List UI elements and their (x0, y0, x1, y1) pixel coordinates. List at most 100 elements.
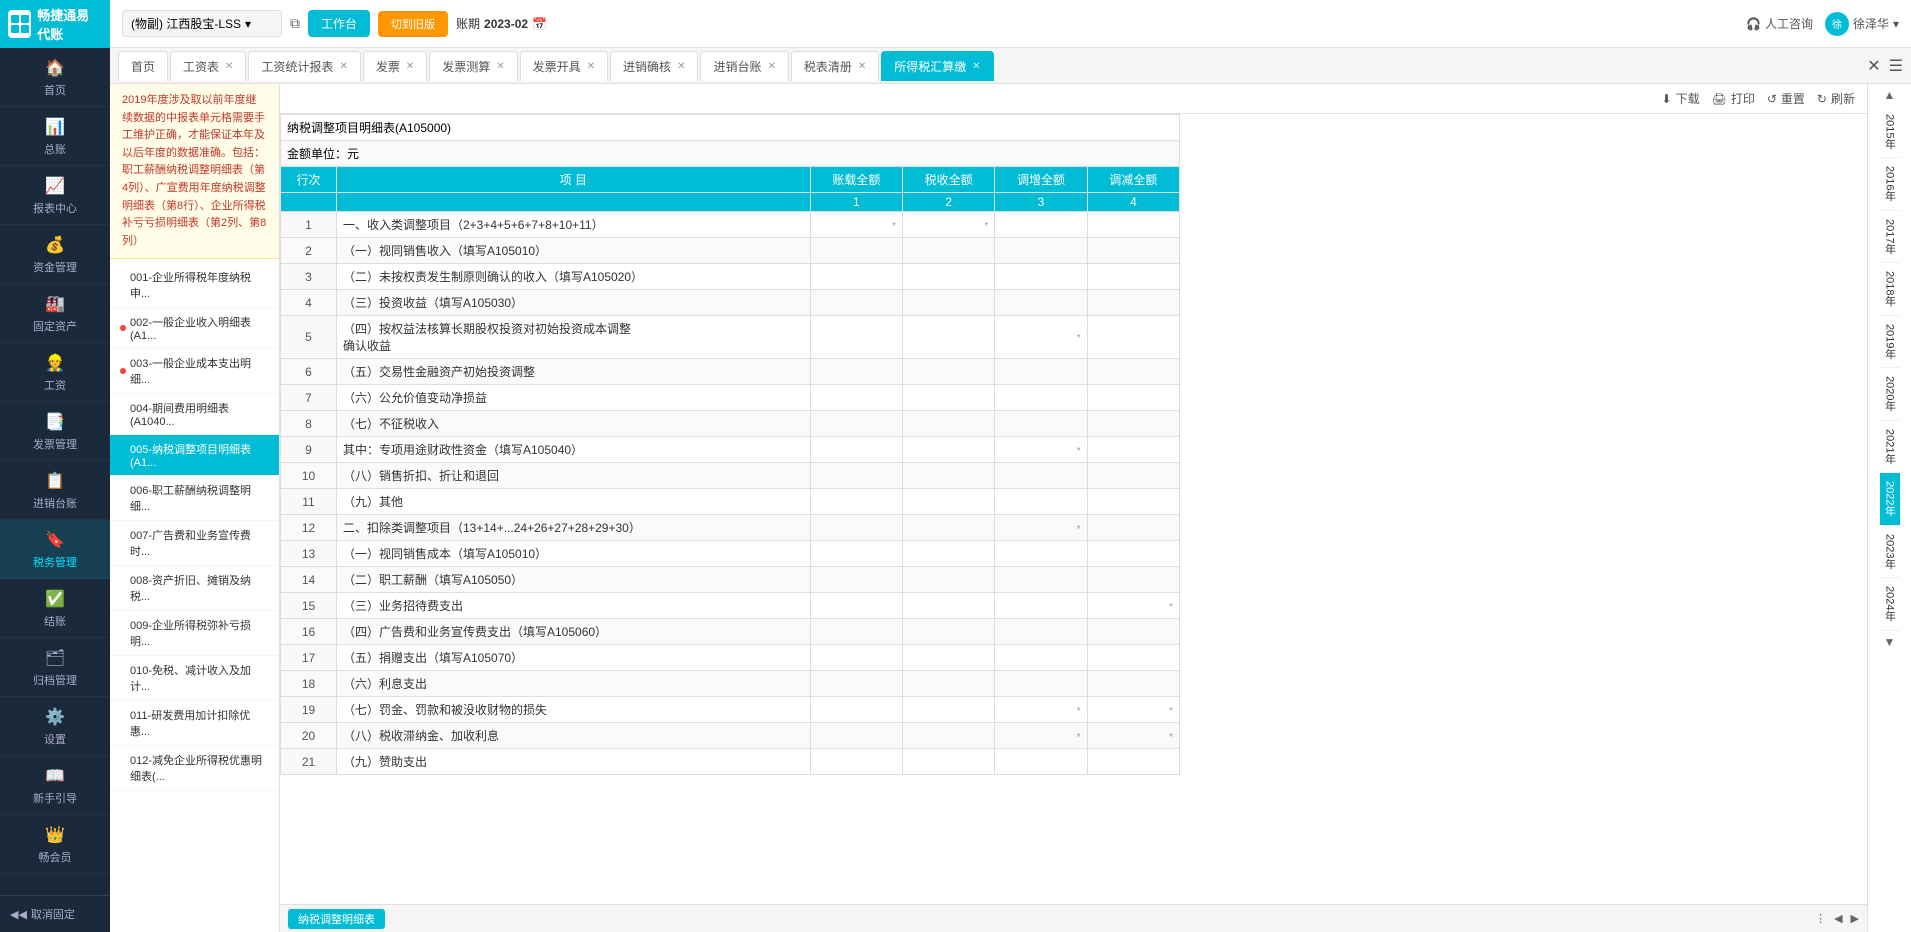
cell-c3[interactable] (995, 541, 1087, 567)
cell-c1[interactable] (810, 749, 902, 775)
cell-c2[interactable] (903, 645, 995, 671)
cell-c3[interactable] (995, 463, 1087, 489)
form-item-008[interactable]: 008-资产折旧、摊销及纳税... (110, 566, 279, 611)
workbench-btn[interactable]: 工作台 (308, 10, 370, 37)
cell-c4[interactable]: * (1087, 593, 1179, 619)
tabbar-menu[interactable]: ☰ (1889, 56, 1903, 76)
back-btn[interactable]: 切到旧版 (378, 11, 448, 37)
sidebar-item-归档管理[interactable]: 🗂归档管理 (0, 638, 110, 697)
cell-c4[interactable] (1087, 385, 1179, 411)
sidebar-item-设置[interactable]: ⚙️设置 (0, 697, 110, 756)
sidebar-footer-btn[interactable]: ◀◀ 取消固定 (0, 895, 110, 932)
cell-c2[interactable] (903, 671, 995, 697)
cell-item[interactable]: （九）其他 (337, 489, 811, 515)
cell-c1[interactable] (810, 411, 902, 437)
cell-c2[interactable] (903, 463, 995, 489)
cell-c1[interactable] (810, 619, 902, 645)
scroll-left-icon[interactable]: ◀ (1834, 912, 1842, 925)
cell-c2[interactable] (903, 619, 995, 645)
cell-item[interactable]: 其中：专项用途财政性资金（填写A105040） (337, 437, 811, 463)
cell-c1[interactable] (810, 723, 902, 749)
tab-发票[interactable]: 发票✕ (363, 51, 427, 81)
cell-c2[interactable]: * (903, 212, 995, 238)
year-nav-down[interactable]: ▼ (1868, 631, 1911, 653)
tab-发票开具[interactable]: 发票开具✕ (520, 51, 608, 81)
cell-c3[interactable] (995, 619, 1087, 645)
cell-item[interactable]: （二）未按权责发生制原则确认的收入（填写A105020） (337, 264, 811, 290)
reset-btn[interactable]: ↺ 重置 (1767, 90, 1805, 107)
sidebar-item-畅会员[interactable]: 👑畅会员 (0, 815, 110, 874)
tab-进销台账[interactable]: 进销台账✕ (700, 51, 788, 81)
download-btn[interactable]: ⬇ 下载 (1662, 90, 1700, 107)
sidebar-item-进销台账[interactable]: 📋进销台账 (0, 461, 110, 520)
cell-c4[interactable] (1087, 264, 1179, 290)
cell-item[interactable]: （七）罚金、罚款和被没收财物的损失 (337, 697, 811, 723)
form-item-007[interactable]: 007-广告费和业务宣传费时... (110, 521, 279, 566)
cell-item[interactable]: （九）赞助支出 (337, 749, 811, 775)
tab-close-icon[interactable]: ✕ (225, 61, 233, 72)
form-item-004[interactable]: 004-期间费用明细表(A1040... (110, 394, 279, 435)
sidebar-item-固定资产[interactable]: 🏭固定资产 (0, 284, 110, 343)
cell-c1[interactable] (810, 463, 902, 489)
calendar-icon[interactable]: 📅 (532, 17, 547, 31)
cell-c4[interactable] (1087, 316, 1179, 359)
cell-c3[interactable] (995, 749, 1087, 775)
cell-c1[interactable] (810, 697, 902, 723)
cell-c2[interactable] (903, 489, 995, 515)
cell-c4[interactable] (1087, 212, 1179, 238)
cell-c1[interactable] (810, 567, 902, 593)
cell-c1[interactable] (810, 671, 902, 697)
tab-close-icon[interactable]: ✕ (677, 61, 685, 72)
bottom-tab[interactable]: 纳税调整明细表 (288, 909, 385, 929)
cell-c1[interactable] (810, 489, 902, 515)
tab-工资统计报表[interactable]: 工资统计报表✕ (248, 51, 360, 81)
cell-c2[interactable] (903, 437, 995, 463)
sidebar-item-新手引导[interactable]: 📖新手引导 (0, 756, 110, 815)
cell-c1[interactable]: * (810, 212, 902, 238)
form-item-011[interactable]: 011-研发费用加计扣除优惠... (110, 701, 279, 746)
sidebar-item-结账[interactable]: ✅结账 (0, 579, 110, 638)
tab-close-icon[interactable]: ✕ (496, 61, 504, 72)
cell-c4[interactable] (1087, 411, 1179, 437)
cell-c3[interactable] (995, 593, 1087, 619)
year-item-2020年[interactable]: 2020年 (1880, 368, 1900, 420)
cell-c3[interactable] (995, 567, 1087, 593)
cell-c2[interactable] (903, 359, 995, 385)
cell-item[interactable]: 一、收入类调整项目（2+3+4+5+6+7+8+10+11） (337, 212, 811, 238)
cell-c1[interactable] (810, 290, 902, 316)
tab-所得税汇算缴[interactable]: 所得税汇算缴✕ (881, 51, 993, 81)
sidebar-item-发票管理[interactable]: 📑发票管理 (0, 402, 110, 461)
cell-c4[interactable] (1087, 238, 1179, 264)
tab-close-icon[interactable]: ✕ (339, 61, 347, 72)
cell-c1[interactable] (810, 359, 902, 385)
cell-c2[interactable] (903, 515, 995, 541)
form-item-012[interactable]: 012-减免企业所得税优惠明细表(... (110, 746, 279, 791)
cell-c4[interactable] (1087, 489, 1179, 515)
cell-c4[interactable] (1087, 359, 1179, 385)
cell-c3[interactable] (995, 645, 1087, 671)
cell-c2[interactable] (903, 385, 995, 411)
cell-c1[interactable] (810, 385, 902, 411)
year-item-2018年[interactable]: 2018年 (1880, 263, 1900, 315)
cell-c3[interactable] (995, 359, 1087, 385)
table-scroll[interactable]: 纳税调整项目明细表(A105000) 金额单位：元 行次 项 目 账载全额 (280, 114, 1867, 904)
year-item-2023年[interactable]: 2023年 (1880, 526, 1900, 578)
cell-c3[interactable]: * (995, 316, 1087, 359)
cell-c4[interactable] (1087, 463, 1179, 489)
cell-item[interactable]: （四）按权益法核算长期股权投资对初始投资成本调整确认收益 (337, 316, 811, 359)
cell-c4[interactable] (1087, 515, 1179, 541)
form-item-006[interactable]: 006-职工薪酬纳税调整明细... (110, 476, 279, 521)
customer-service-btn[interactable]: 🎧 人工咨询 (1746, 15, 1813, 32)
cell-c1[interactable] (810, 437, 902, 463)
year-item-2015年[interactable]: 2015年 (1880, 106, 1900, 158)
cell-c1[interactable] (810, 515, 902, 541)
cell-c4[interactable] (1087, 645, 1179, 671)
cell-c1[interactable] (810, 316, 902, 359)
year-item-2024年[interactable]: 2024年 (1880, 578, 1900, 630)
year-nav-up[interactable]: ▲ (1868, 84, 1911, 106)
form-item-003[interactable]: 003-一般企业成本支出明细... (110, 349, 279, 394)
tab-close-icon[interactable]: ✕ (858, 61, 866, 72)
cell-item[interactable]: （八）税收滞纳金、加收利息 (337, 723, 811, 749)
refresh-btn[interactable]: ↻ 刷新 (1817, 90, 1855, 107)
scroll-right-icon[interactable]: ▶ (1851, 912, 1859, 925)
